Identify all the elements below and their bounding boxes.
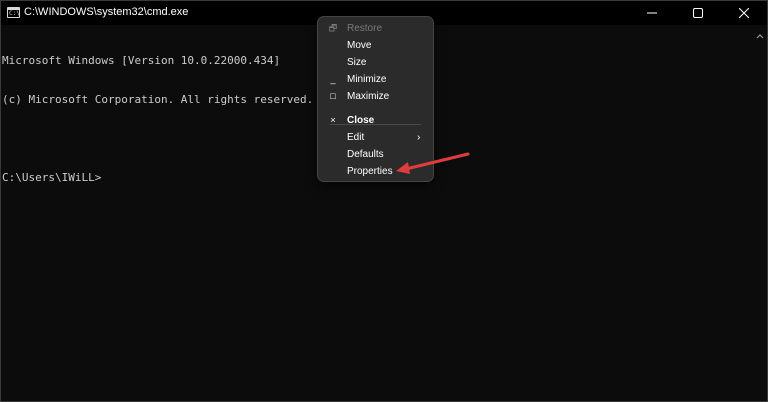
menu-item-size[interactable]: Size <box>318 54 433 71</box>
close-icon: × <box>330 115 336 125</box>
menu-item-label: Defaults <box>347 149 384 160</box>
chevron-right-icon: › <box>417 132 421 143</box>
menu-item-label: Edit <box>347 132 365 143</box>
minimize-button[interactable] <box>629 1 675 25</box>
minimize-icon <box>647 12 657 14</box>
close-icon <box>739 8 749 18</box>
scroll-up-button[interactable] <box>756 33 764 39</box>
menu-item-label: Size <box>347 57 367 68</box>
vertical-scrollbar[interactable] <box>753 27 767 401</box>
maximize-icon: □ <box>330 91 336 101</box>
cmd-icon-text: C:\ <box>9 10 20 17</box>
menu-item-close[interactable]: × Close <box>318 112 433 129</box>
annotation-arrow-icon <box>396 152 470 174</box>
menu-item-restore[interactable]: 🗗 Restore <box>318 20 433 37</box>
window-title: C:\WINDOWS\system32\cmd.exe <box>24 6 189 18</box>
menu-item-label: Maximize <box>347 91 390 102</box>
maximize-button[interactable] <box>675 1 721 25</box>
menu-item-label: Properties <box>347 166 393 177</box>
menu-item-edit[interactable]: Edit › <box>318 129 433 146</box>
scroll-up-icon <box>756 34 764 39</box>
maximize-icon <box>693 8 703 18</box>
menu-item-move[interactable]: Move <box>318 37 433 54</box>
menu-item-minimize[interactable]: _ Minimize <box>318 71 433 88</box>
menu-item-label: Move <box>347 40 372 51</box>
menu-item-label: Minimize <box>347 74 387 85</box>
cmd-icon[interactable]: C:\ <box>7 7 20 18</box>
menu-item-label: Close <box>347 115 375 126</box>
menu-item-maximize[interactable]: □ Maximize <box>318 88 433 105</box>
restore-icon: 🗗 <box>328 23 338 33</box>
close-button[interactable] <box>721 1 767 25</box>
menu-item-label: Restore <box>347 23 383 34</box>
minimize-icon: _ <box>330 74 336 84</box>
